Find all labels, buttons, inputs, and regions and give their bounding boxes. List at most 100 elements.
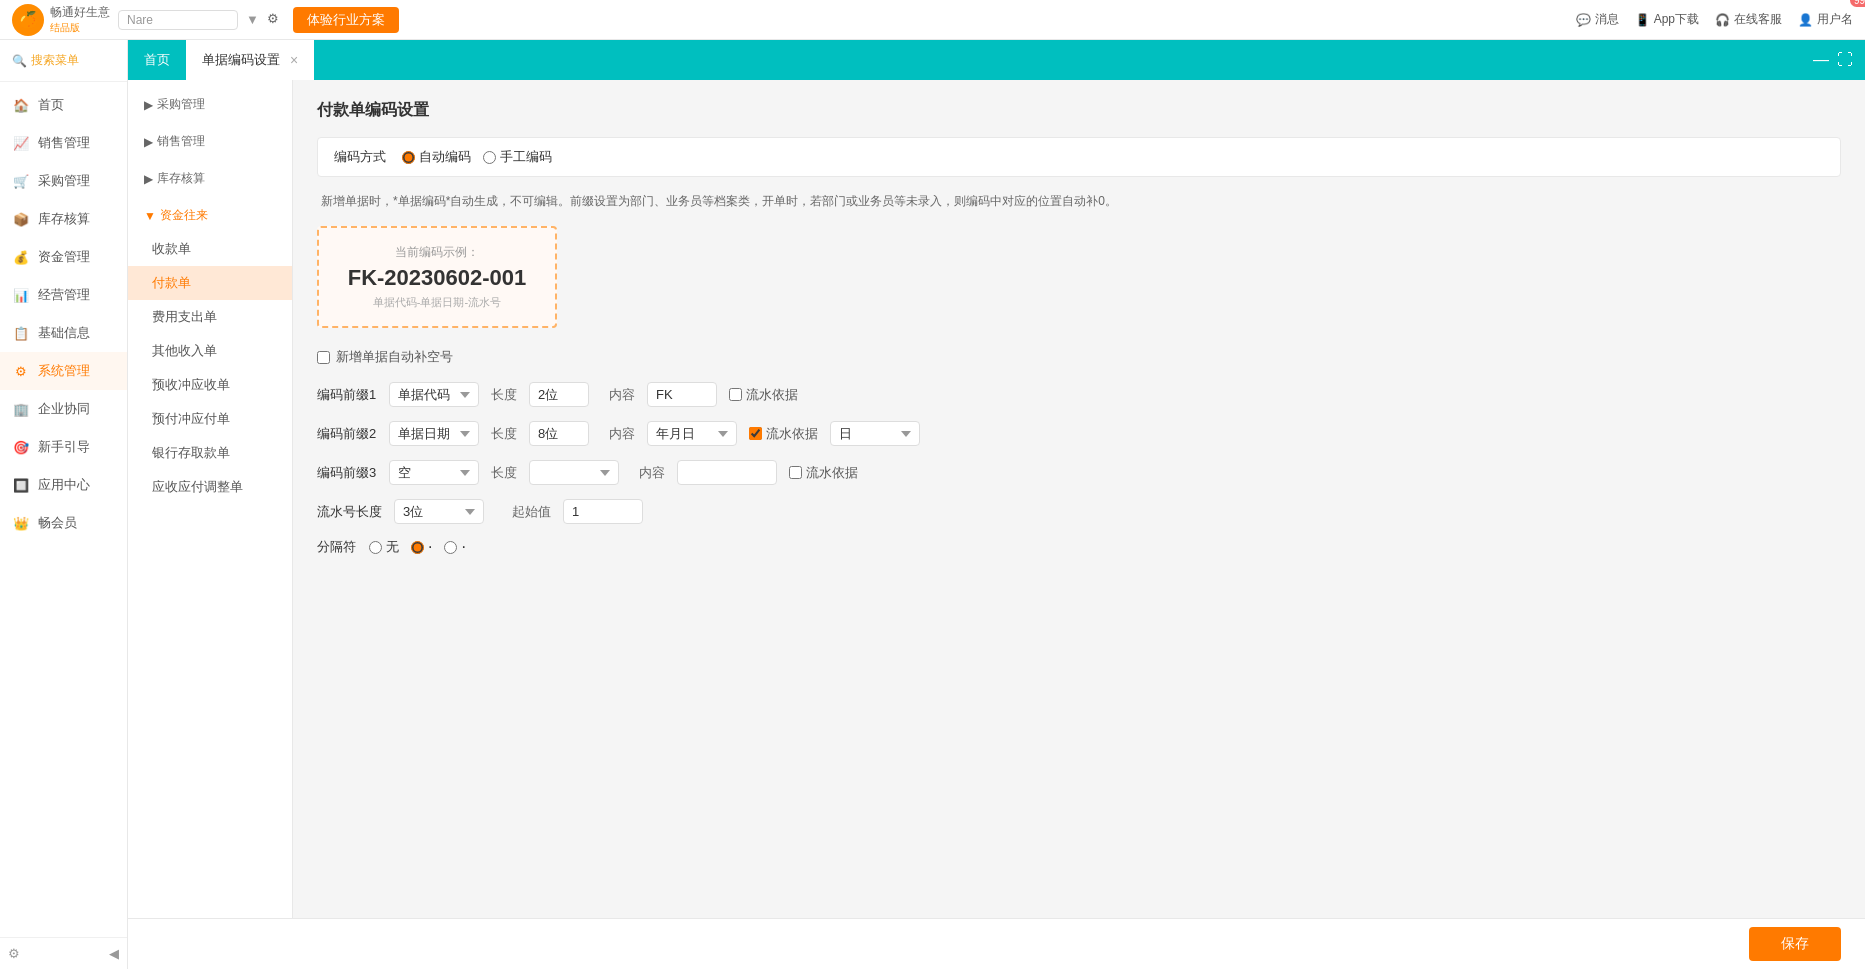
chevron-down-icon[interactable]: ▼ xyxy=(246,12,259,27)
system-icon: ⚙ xyxy=(12,362,30,380)
tab-home[interactable]: 首页 xyxy=(128,40,186,80)
flow-length-label: 流水号长度 xyxy=(317,503,382,521)
sidebar-item-basic[interactable]: 📋 基础信息 xyxy=(0,314,127,352)
sub-nav-inventory-title[interactable]: ▶ 库存核算 xyxy=(128,162,292,195)
prefix1-select[interactable]: 单据代码 xyxy=(389,382,479,407)
service-item[interactable]: 🎧 在线客服 xyxy=(1715,11,1782,28)
sidebar-search-area: 🔍 搜索菜单 xyxy=(0,40,127,82)
trial-btn[interactable]: 体验行业方案 xyxy=(293,7,399,33)
content1-input xyxy=(647,382,717,407)
info-text: 新增单据时，*单据编码*自动生成，不可编辑。前缀设置为部门、业务员等档案类，开单… xyxy=(317,193,1841,210)
auto-fill-checkbox[interactable] xyxy=(317,351,330,364)
sidebar-collapse-icon[interactable]: ◀ xyxy=(109,946,119,961)
flow1-checkbox[interactable] xyxy=(729,388,742,401)
flow2-period-select[interactable]: 日 xyxy=(830,421,920,446)
code-preview-desc: 单据代码-单据日期-流水号 xyxy=(343,295,531,310)
home-icon: 🏠 xyxy=(12,96,30,114)
message-item[interactable]: 💬 消息 99+ xyxy=(1576,11,1619,28)
chevron-right-icon2: ▶ xyxy=(144,135,153,149)
search-menu-btn[interactable]: 🔍 搜索菜单 xyxy=(8,48,119,73)
sidebar-item-operations[interactable]: 📊 经营管理 xyxy=(0,276,127,314)
flow3-checkbox[interactable] xyxy=(789,466,802,479)
settings-icon[interactable]: ⚙ xyxy=(267,11,285,29)
chevron-down-icon4: ▼ xyxy=(144,209,156,223)
prefix2-select[interactable]: 单据日期 xyxy=(389,421,479,446)
content2-select[interactable]: 年月日 xyxy=(647,421,737,446)
sub-nav-payment[interactable]: 付款单 xyxy=(128,266,292,300)
sidebar-item-vip[interactable]: 👑 畅会员 xyxy=(0,504,127,542)
length1-input xyxy=(529,382,589,407)
separator-row: 分隔符 无 · · xyxy=(317,538,1841,556)
tab-close-icon[interactable]: × xyxy=(290,52,298,68)
sub-nav-other-income[interactable]: 其他收入单 xyxy=(128,334,292,368)
sidebar-item-sales[interactable]: 📈 销售管理 xyxy=(0,124,127,162)
flow1-checkbox-wrap: 流水依据 xyxy=(729,386,798,404)
enterprise-icon: 🏢 xyxy=(12,400,30,418)
sub-nav-group-purchase: ▶ 采购管理 xyxy=(128,88,292,121)
form-row-flow-length: 流水号长度 3位 起始值 xyxy=(317,499,1841,524)
sub-nav-expense[interactable]: 费用支出单 xyxy=(128,300,292,334)
prefix2-label: 编码前缀2 xyxy=(317,425,377,443)
finance-icon: 💰 xyxy=(12,248,30,266)
auto-fill-label[interactable]: 新增单据自动补空号 xyxy=(336,348,453,366)
breadcrumb-input[interactable] xyxy=(118,10,238,30)
content3-input[interactable] xyxy=(677,460,777,485)
sub-nav-bank-deposit[interactable]: 银行存取款单 xyxy=(128,436,292,470)
sub-layout: ▶ 采购管理 ▶ 销售管理 ▶ 库存核算 xyxy=(128,80,1865,918)
user-item[interactable]: 👤 用户名 xyxy=(1798,11,1853,28)
flow3-label: 流水依据 xyxy=(806,464,858,482)
top-bar-right: 💬 消息 99+ 📱 App下载 🎧 在线客服 👤 用户名 xyxy=(1576,11,1853,28)
sub-nav-sales-title[interactable]: ▶ 销售管理 xyxy=(128,125,292,158)
tab-minimize-btn[interactable]: — xyxy=(1813,51,1829,69)
sidebar-settings-icon[interactable]: ⚙ xyxy=(8,946,20,961)
sub-nav-prepay-receive[interactable]: 预收冲应收单 xyxy=(128,368,292,402)
sidebar-item-guide[interactable]: 🎯 新手引导 xyxy=(0,428,127,466)
tab-maximize-btn[interactable]: ⛶ xyxy=(1837,51,1853,69)
form-row-prefix3: 编码前缀3 空 长度 内容 流水依据 xyxy=(317,460,1841,485)
sub-nav-ap-adjust[interactable]: 应收应付调整单 xyxy=(128,470,292,504)
tab-code-setting[interactable]: 单据编码设置 × xyxy=(186,40,314,80)
top-bar-middle: ▼ ⚙ 体验行业方案 xyxy=(118,7,1568,33)
sidebar-item-system[interactable]: ⚙ 系统管理 xyxy=(0,352,127,390)
auto-fill-row: 新增单据自动补空号 xyxy=(317,348,1841,366)
main-layout: 🔍 搜索菜单 🏠 首页 📈 销售管理 🛒 采购管理 📦 库存核算 💰 xyxy=(0,40,1865,969)
code-preview-label: 当前编码示例： xyxy=(343,244,531,261)
flow2-checkbox[interactable] xyxy=(749,427,762,440)
prefix3-select[interactable]: 空 xyxy=(389,460,479,485)
flow-length-select[interactable]: 3位 xyxy=(394,499,484,524)
purchase-icon: 🛒 xyxy=(12,172,30,190)
form-row-prefix2: 编码前缀2 单据日期 长度 内容 年月日 流水依据 日 xyxy=(317,421,1841,446)
sub-nav-prepay-pay[interactable]: 预付冲应付单 xyxy=(128,402,292,436)
length3-label: 长度 xyxy=(491,464,517,482)
sub-nav-group-sales: ▶ 销售管理 xyxy=(128,125,292,158)
sidebar-item-finance[interactable]: 💰 资金管理 xyxy=(0,238,127,276)
prefix3-label: 编码前缀3 xyxy=(317,464,377,482)
logo: 🍊 畅通好生意 结品版 xyxy=(12,4,110,36)
sidebar-item-inventory[interactable]: 📦 库存核算 xyxy=(0,200,127,238)
app-download-item[interactable]: 📱 App下载 xyxy=(1635,11,1699,28)
sidebar-item-purchase[interactable]: 🛒 采购管理 xyxy=(0,162,127,200)
auto-code-radio[interactable]: 自动编码 xyxy=(402,148,471,166)
code-preview-box: 当前编码示例： FK-20230602-001 单据代码-单据日期-流水号 xyxy=(317,226,557,328)
encoding-method-label: 编码方式 xyxy=(334,148,386,166)
sep-none-radio[interactable]: 无 xyxy=(369,538,399,556)
length3-select[interactable] xyxy=(529,460,619,485)
sep-dot1-radio[interactable]: · xyxy=(411,538,432,556)
sidebar-item-apps[interactable]: 🔲 应用中心 xyxy=(0,466,127,504)
sep-dot2-radio[interactable]: · xyxy=(444,538,465,556)
sidebar-item-enterprise[interactable]: 🏢 企业协同 xyxy=(0,390,127,428)
sub-nav-receipt[interactable]: 收款单 xyxy=(128,232,292,266)
basic-icon: 📋 xyxy=(12,324,30,342)
sub-nav-purchase-title[interactable]: ▶ 采购管理 xyxy=(128,88,292,121)
search-icon: 🔍 xyxy=(12,54,27,68)
form-title: 付款单编码设置 xyxy=(317,100,1841,121)
message-icon: 💬 xyxy=(1576,13,1591,27)
chevron-right-icon3: ▶ xyxy=(144,172,153,186)
sidebar-item-home[interactable]: 🏠 首页 xyxy=(0,86,127,124)
start-value-input[interactable] xyxy=(563,499,643,524)
guide-icon: 🎯 xyxy=(12,438,30,456)
sub-nav: ▶ 采购管理 ▶ 销售管理 ▶ 库存核算 xyxy=(128,80,293,918)
save-button[interactable]: 保存 xyxy=(1749,927,1841,961)
manual-code-radio[interactable]: 手工编码 xyxy=(483,148,552,166)
sub-nav-finance-title[interactable]: ▼ 资金往来 xyxy=(128,199,292,232)
